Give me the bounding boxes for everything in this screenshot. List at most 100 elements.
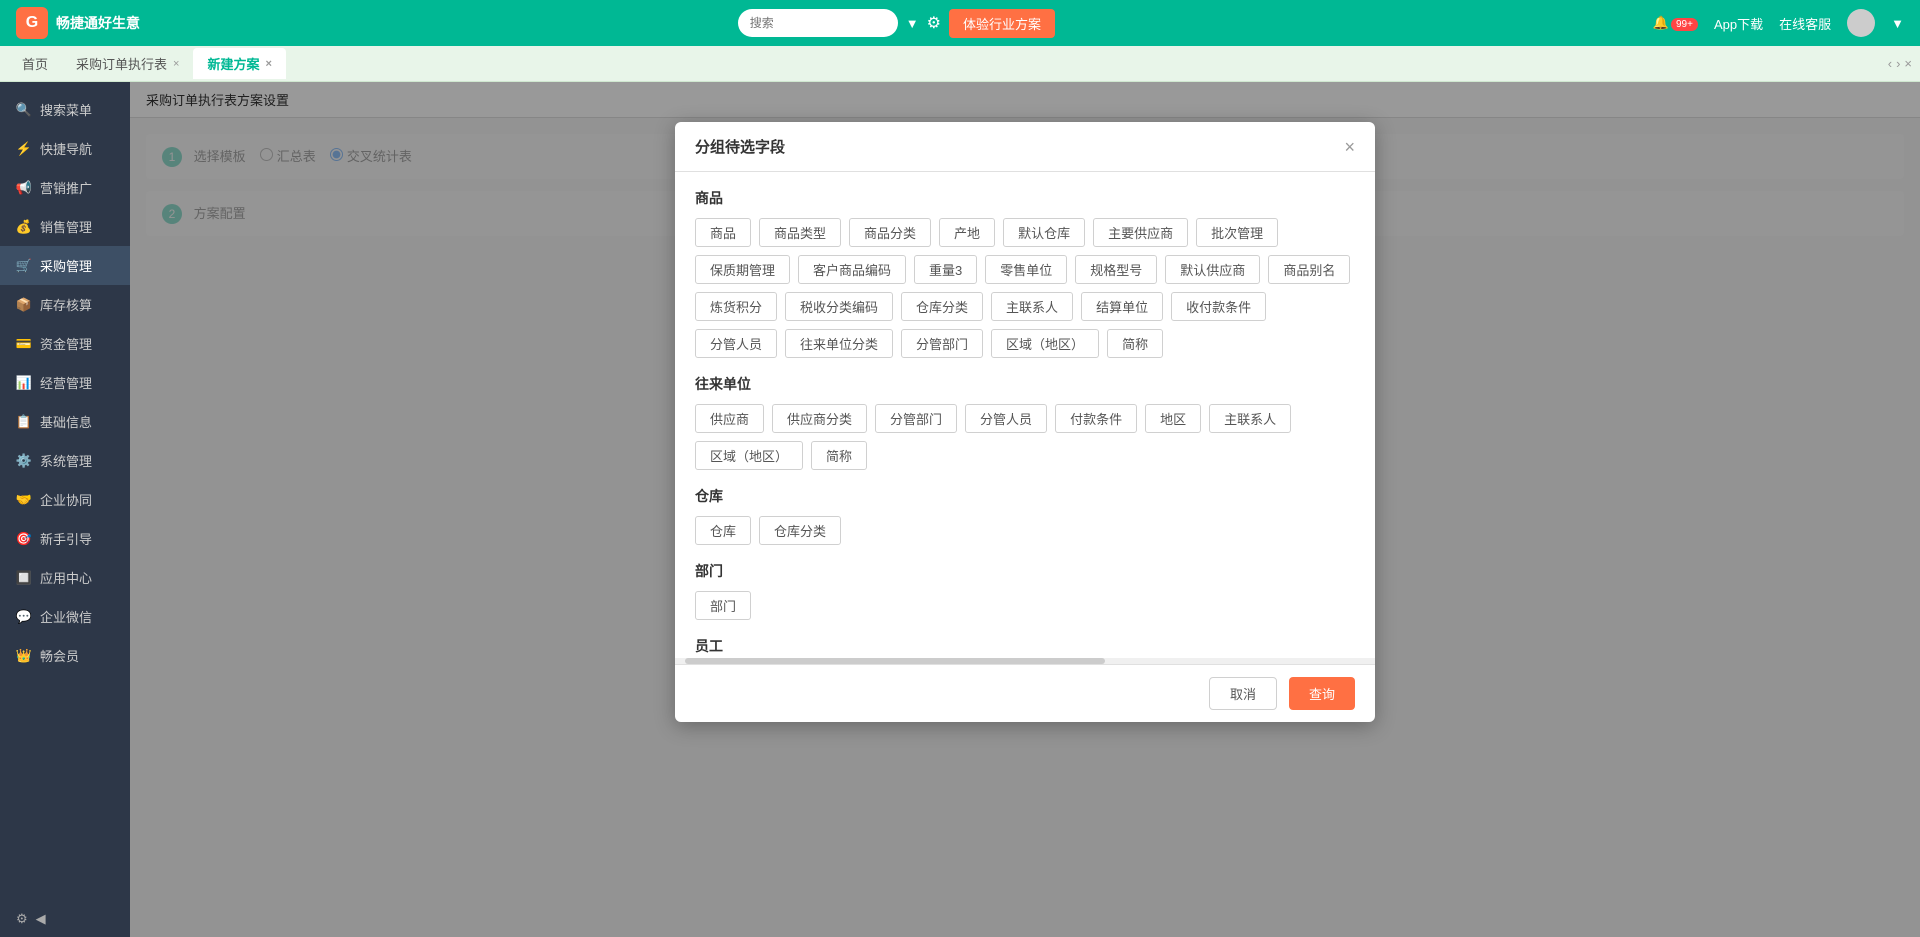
tab-close-all[interactable]: ×	[1904, 56, 1912, 71]
sidebar-item-wechat[interactable]: 💬 企业微信	[0, 597, 130, 636]
sidebar-item-operation[interactable]: 📊 经营管理	[0, 363, 130, 402]
sidebar-item-appcenter[interactable]: 🔲 应用中心	[0, 558, 130, 597]
section-title-goods: 商品	[695, 188, 1355, 208]
sidebar-item-enterprise-label: 企业协同	[40, 490, 92, 509]
tag-goods-16[interactable]: 税收分类编码	[785, 292, 893, 321]
search-dropdown-icon[interactable]: ▼	[906, 16, 919, 31]
tab-new-plan[interactable]: 新建方案 ×	[193, 48, 285, 79]
tag-goods-15[interactable]: 炼货积分	[695, 292, 777, 321]
tag-partner-1[interactable]: 供应商	[695, 404, 764, 433]
sidebar-item-sales[interactable]: 💰 销售管理	[0, 207, 130, 246]
notification-icon[interactable]: 🔔99+	[1653, 15, 1698, 31]
tag-goods-10[interactable]: 重量3	[914, 255, 977, 284]
tab-purchase-order-close[interactable]: ×	[173, 58, 179, 70]
tag-goods-13[interactable]: 默认供应商	[1165, 255, 1260, 284]
tag-partner-6[interactable]: 地区	[1145, 404, 1201, 433]
tag-goods-11[interactable]: 零售单位	[985, 255, 1067, 284]
sidebar-item-wechat-label: 企业微信	[40, 607, 92, 626]
sidebar-item-guide[interactable]: 🎯 新手引导	[0, 519, 130, 558]
sidebar-item-operation-label: 经营管理	[40, 373, 92, 392]
marketing-icon: 📢	[16, 180, 32, 196]
enterprise-icon: 🤝	[16, 492, 32, 508]
tag-goods-4[interactable]: 产地	[939, 218, 995, 247]
main-layout: 🔍 搜索菜单 ⚡ 快捷导航 📢 营销推广 💰 销售管理 🛒 采购管理 📦 库存核…	[0, 82, 1920, 937]
tag-goods-23[interactable]: 分管部门	[901, 329, 983, 358]
gear-icon[interactable]: ⚙	[927, 13, 941, 33]
sidebar-item-system-label: 系统管理	[40, 451, 92, 470]
sidebar-item-purchase[interactable]: 🛒 采购管理	[0, 246, 130, 285]
tag-grid-partner: 供应商 供应商分类 分管部门 分管人员 付款条件 地区 主联系人 区域（地区） …	[695, 404, 1355, 470]
appcenter-icon: 🔲	[16, 570, 32, 586]
sidebar-item-marketing-label: 营销推广	[40, 178, 92, 197]
tag-goods-25[interactable]: 简称	[1107, 329, 1163, 358]
tag-goods-1[interactable]: 商品	[695, 218, 751, 247]
sidebar-item-basic-label: 基础信息	[40, 412, 92, 431]
tag-goods-18[interactable]: 主联系人	[991, 292, 1073, 321]
tag-goods-8[interactable]: 保质期管理	[695, 255, 790, 284]
sidebar-item-finance[interactable]: 💳 资金管理	[0, 324, 130, 363]
logo-area: G 畅捷通好生意	[16, 7, 140, 39]
sidebar-item-search[interactable]: 🔍 搜索菜单	[0, 90, 130, 129]
tab-home[interactable]: 首页	[8, 48, 62, 79]
sidebar-collapse-icon[interactable]: ◀	[36, 911, 46, 927]
tag-goods-2[interactable]: 商品类型	[759, 218, 841, 247]
sidebar-item-member-label: 畅会员	[40, 646, 79, 665]
tag-goods-7[interactable]: 批次管理	[1196, 218, 1278, 247]
system-icon: ⚙️	[16, 453, 32, 469]
tag-goods-9[interactable]: 客户商品编码	[798, 255, 906, 284]
online-service-link[interactable]: 在线客服	[1779, 14, 1831, 33]
tag-partner-2[interactable]: 供应商分类	[772, 404, 867, 433]
member-icon: 👑	[16, 648, 32, 664]
sidebar-item-system[interactable]: ⚙️ 系统管理	[0, 441, 130, 480]
tab-new-plan-close[interactable]: ×	[265, 58, 271, 70]
tag-goods-5[interactable]: 默认仓库	[1003, 218, 1085, 247]
tag-goods-22[interactable]: 往来单位分类	[785, 329, 893, 358]
sidebar-settings-icon[interactable]: ⚙	[16, 911, 28, 927]
sidebar-item-search-label: 搜索菜单	[40, 100, 92, 119]
tag-partner-4[interactable]: 分管人员	[965, 404, 1047, 433]
tag-goods-21[interactable]: 分管人员	[695, 329, 777, 358]
tag-goods-14[interactable]: 商品别名	[1268, 255, 1350, 284]
sidebar-item-inventory-label: 库存核算	[40, 295, 92, 314]
sidebar-item-quicknav[interactable]: ⚡ 快捷导航	[0, 129, 130, 168]
experience-button[interactable]: 体验行业方案	[949, 9, 1055, 38]
tag-goods-24[interactable]: 区域（地区）	[991, 329, 1099, 358]
user-dropdown-icon[interactable]: ▼	[1891, 16, 1904, 31]
confirm-button[interactable]: 查询	[1289, 677, 1355, 710]
user-avatar[interactable]	[1847, 9, 1875, 37]
modal-overlay: 分组待选字段 × 商品 商品 商品类型 商品分类 产地 默认仓库 主要供应商 批…	[130, 82, 1920, 937]
tag-goods-3[interactable]: 商品分类	[849, 218, 931, 247]
tag-goods-17[interactable]: 仓库分类	[901, 292, 983, 321]
header-actions: 🔔99+ App下载 在线客服 ▼	[1653, 9, 1904, 37]
tab-right-arrow[interactable]: ›	[1896, 56, 1900, 71]
cancel-button[interactable]: 取消	[1209, 677, 1277, 710]
sales-icon: 💰	[16, 219, 32, 235]
sidebar-item-basic[interactable]: 📋 基础信息	[0, 402, 130, 441]
modal-title: 分组待选字段	[695, 136, 785, 157]
tag-partner-7[interactable]: 主联系人	[1209, 404, 1291, 433]
modal-body[interactable]: 商品 商品 商品类型 商品分类 产地 默认仓库 主要供应商 批次管理 保质期管理…	[675, 172, 1375, 658]
tag-dept-1[interactable]: 部门	[695, 591, 751, 620]
app-download-link[interactable]: App下载	[1714, 14, 1763, 33]
header-search-area: ▼ ⚙ 体验行业方案	[738, 9, 1055, 38]
tag-goods-6[interactable]: 主要供应商	[1093, 218, 1188, 247]
sidebar-item-member[interactable]: 👑 畅会员	[0, 636, 130, 675]
modal-close-button[interactable]: ×	[1344, 138, 1355, 156]
tag-partner-8[interactable]: 区域（地区）	[695, 441, 803, 470]
tag-warehouse-1[interactable]: 仓库	[695, 516, 751, 545]
tab-left-arrow[interactable]: ‹	[1888, 56, 1892, 71]
tag-goods-19[interactable]: 结算单位	[1081, 292, 1163, 321]
sidebar-item-enterprise[interactable]: 🤝 企业协同	[0, 480, 130, 519]
tab-purchase-order[interactable]: 采购订单执行表 ×	[62, 48, 193, 79]
tag-partner-9[interactable]: 简称	[811, 441, 867, 470]
tag-partner-5[interactable]: 付款条件	[1055, 404, 1137, 433]
sidebar-item-marketing[interactable]: 📢 营销推广	[0, 168, 130, 207]
tag-goods-20[interactable]: 收付款条件	[1171, 292, 1266, 321]
tag-warehouse-2[interactable]: 仓库分类	[759, 516, 841, 545]
sidebar-item-finance-label: 资金管理	[40, 334, 92, 353]
tag-goods-12[interactable]: 规格型号	[1075, 255, 1157, 284]
notification-badge: 99+	[1671, 18, 1698, 31]
tag-partner-3[interactable]: 分管部门	[875, 404, 957, 433]
sidebar-item-inventory[interactable]: 📦 库存核算	[0, 285, 130, 324]
header-search-input[interactable]	[738, 9, 898, 37]
